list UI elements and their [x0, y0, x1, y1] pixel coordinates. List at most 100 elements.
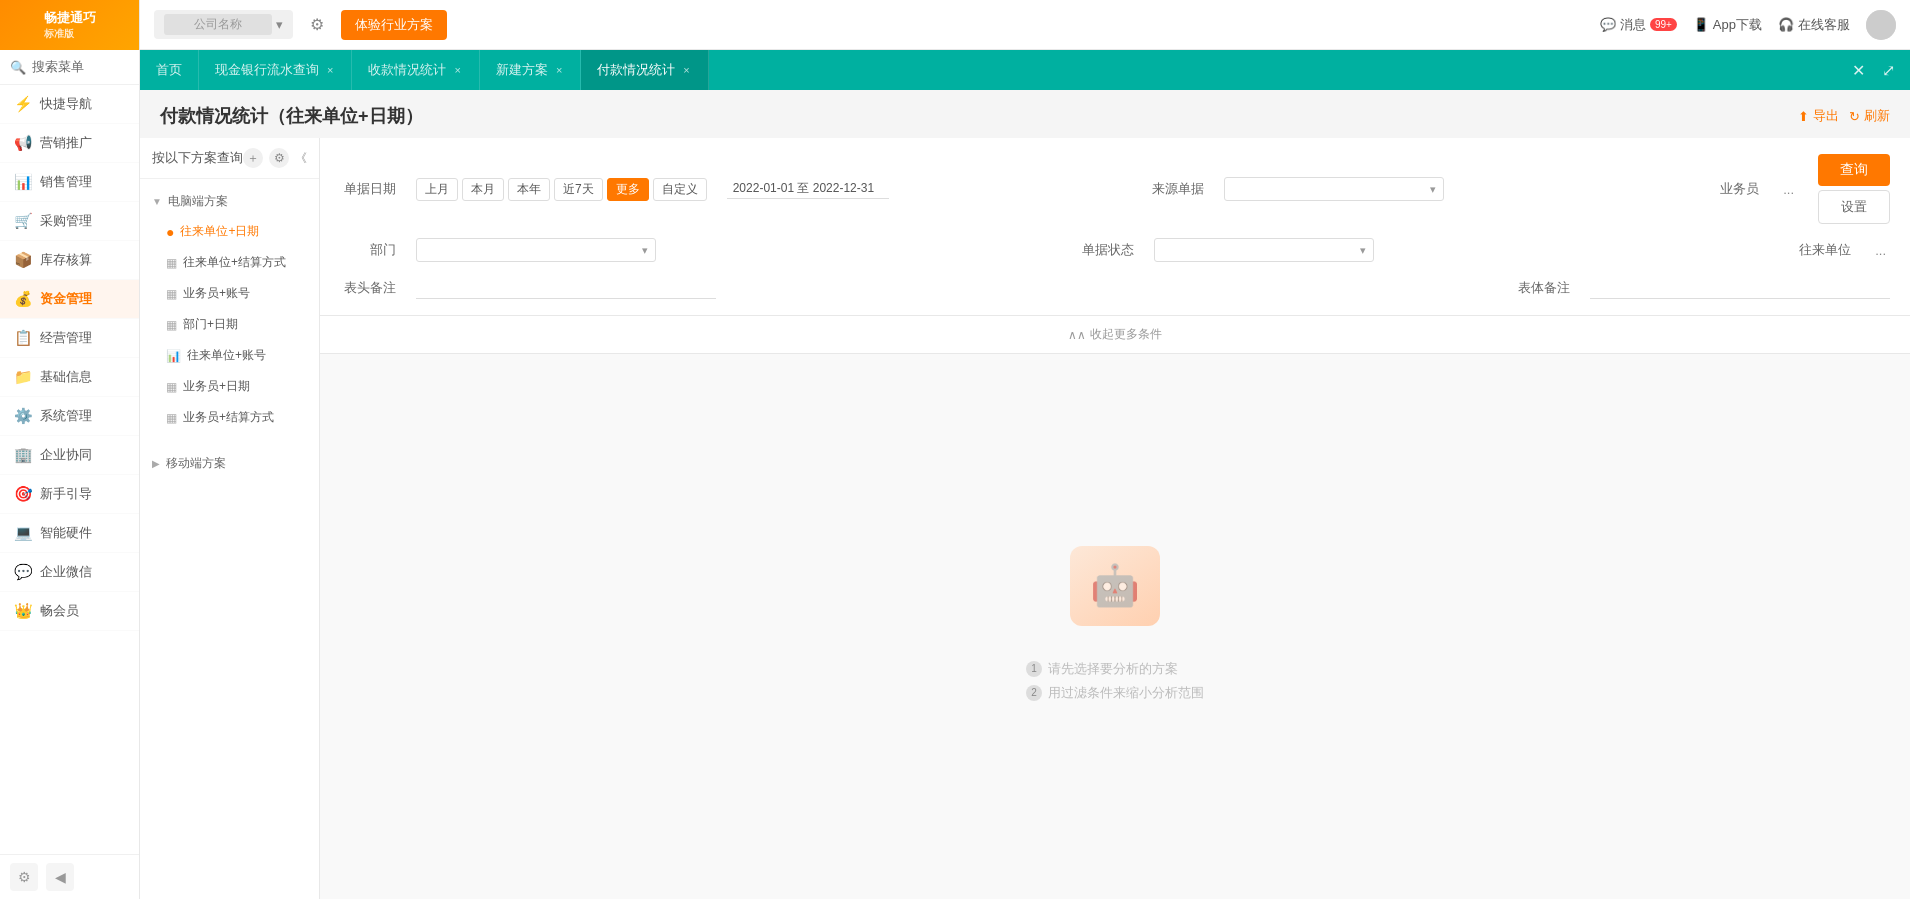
date-range-input[interactable] — [727, 180, 889, 199]
scheme-item-partner-date[interactable]: ● 往来单位+日期 — [140, 216, 319, 247]
tab-receipt-stats[interactable]: 收款情况统计 × — [352, 50, 479, 90]
sidebar-item-inventory[interactable]: 📦 库存核算 — [0, 241, 139, 280]
scheme-panel-title: 按以下方案查询 — [152, 149, 243, 167]
partner-filter-label: 往来单位 — [1795, 241, 1851, 259]
search-icon: 🔍 — [10, 60, 26, 75]
scheme-settings-btn[interactable]: ⚙ — [269, 148, 289, 168]
purchase-icon: 🛒 — [14, 212, 32, 230]
tab-home-label: 首页 — [156, 61, 182, 79]
notification-btn[interactable]: 💬 消息 99+ — [1600, 16, 1677, 34]
right-panel: 单据日期 上月 本月 本年 近7天 更多 自定义 来源单据 — [320, 138, 1910, 899]
date-btn-7days[interactable]: 近7天 — [554, 178, 603, 201]
scheme-section-desktop-header[interactable]: ▼ 电脑端方案 — [140, 187, 319, 216]
header-note-input[interactable] — [416, 276, 716, 299]
sidebar-item-finance[interactable]: 💰 资金管理 — [0, 280, 139, 319]
scheme-item-salesperson-date[interactable]: ▦ 业务员+日期 — [140, 371, 319, 402]
sidebar-item-system[interactable]: ⚙️ 系统管理 — [0, 397, 139, 436]
scheme-item-salesperson-settle[interactable]: ▦ 业务员+结算方式 — [140, 402, 319, 433]
sidebar-item-purchase[interactable]: 🛒 采购管理 — [0, 202, 139, 241]
scheme-collapse-btn[interactable]: 《 — [295, 150, 307, 167]
sidebar-item-label: 企业协同 — [40, 446, 92, 464]
date-btn-this-month[interactable]: 本月 — [462, 178, 504, 201]
source-doc-select[interactable] — [1224, 177, 1444, 201]
sidebar-item-label: 营销推广 — [40, 134, 92, 152]
sidebar-item-label: 基础信息 — [40, 368, 92, 386]
body-note-input[interactable] — [1590, 276, 1890, 299]
sidebar-item-label: 销售管理 — [40, 173, 92, 191]
sidebar-search-btn[interactable]: 🔍 搜索菜单 — [0, 50, 139, 85]
scheme-add-btn[interactable]: ＋ — [243, 148, 263, 168]
sidebar-item-corp[interactable]: 🏢 企业协同 — [0, 436, 139, 475]
trial-industry-btn[interactable]: 体验行业方案 — [341, 10, 447, 40]
tab-receipt-close[interactable]: × — [452, 64, 462, 76]
scheme-item-label: 往来单位+账号 — [187, 347, 266, 364]
robot-icon — [1070, 546, 1160, 626]
sidebar-item-quick-nav[interactable]: ⚡ 快捷导航 — [0, 85, 139, 124]
tab-payment-close[interactable]: × — [681, 64, 691, 76]
doc-status-select[interactable] — [1154, 238, 1374, 262]
step-2-text: 用过滤条件来缩小分析范围 — [1048, 684, 1204, 702]
date-filter-label: 单据日期 — [340, 180, 396, 198]
notification-icon: 💬 — [1600, 17, 1616, 32]
step-1-text: 请先选择要分析的方案 — [1048, 660, 1178, 678]
scheme-item-dept-date[interactable]: ▦ 部门+日期 — [140, 309, 319, 340]
tab-new-scheme-label: 新建方案 — [496, 61, 548, 79]
sidebar-nav: ⚡ 快捷导航 📢 营销推广 📊 销售管理 🛒 采购管理 📦 库存核算 💰 资金管… — [0, 85, 139, 631]
filter-row-2: 部门 单据状态 — [340, 238, 1890, 262]
date-btn-this-year[interactable]: 本年 — [508, 178, 550, 201]
user-avatar[interactable] — [1866, 10, 1896, 40]
settings-btn[interactable]: 设置 — [1818, 190, 1890, 224]
query-btn[interactable]: 查询 — [1818, 154, 1890, 186]
company-name: 公司名称 — [164, 14, 272, 35]
quick-nav-icon: ⚡ — [14, 95, 32, 113]
company-selector[interactable]: 公司名称 ▾ — [154, 10, 293, 39]
tab-home[interactable]: 首页 — [140, 50, 199, 90]
dept-select[interactable] — [416, 238, 656, 262]
sidebar-item-vip[interactable]: 👑 畅会员 — [0, 592, 139, 631]
sidebar-item-guide[interactable]: 🎯 新手引导 — [0, 475, 139, 514]
sidebar-item-hardware[interactable]: 💻 智能硬件 — [0, 514, 139, 553]
collapse-conditions-btn[interactable]: ∧∧ 收起更多条件 — [1068, 326, 1162, 343]
tab-new-scheme[interactable]: 新建方案 × — [480, 50, 581, 90]
empty-state: 1 请先选择要分析的方案 2 用过滤条件来缩小分析范围 — [1026, 546, 1204, 708]
sidebar-item-label: 畅会员 — [40, 602, 79, 620]
sidebar-item-operations[interactable]: 📋 经营管理 — [0, 319, 139, 358]
refresh-btn[interactable]: ↻ 刷新 — [1849, 107, 1890, 125]
settings-gear-btn[interactable]: ⚙ — [303, 11, 331, 39]
salesperson-filter-label: 业务员 — [1703, 180, 1759, 198]
scheme-item-salesperson-account[interactable]: ▦ 业务员+账号 — [140, 278, 319, 309]
app-download-btn[interactable]: 📱 App下载 — [1693, 16, 1762, 34]
sidebar-item-label: 资金管理 — [40, 290, 92, 308]
scheme-item-partner-settle[interactable]: ▦ 往来单位+结算方式 — [140, 247, 319, 278]
desktop-expand-arrow: ▼ — [152, 196, 162, 207]
empty-state-steps: 1 请先选择要分析的方案 2 用过滤条件来缩小分析范围 — [1026, 660, 1204, 708]
tab-new-scheme-close[interactable]: × — [554, 64, 564, 76]
sidebar-item-marketing[interactable]: 📢 营销推广 — [0, 124, 139, 163]
online-service-btn[interactable]: 🎧 在线客服 — [1778, 16, 1850, 34]
tab-bank-flow[interactable]: 现金银行流水查询 × — [199, 50, 352, 90]
scheme-section-mobile: ▶ 移动端方案 — [140, 441, 319, 486]
sidebar-collapse-btn[interactable]: ◀ — [46, 863, 74, 891]
tab-payment-stats[interactable]: 付款情况统计 × — [581, 50, 708, 90]
sidebar-item-wechat[interactable]: 💬 企业微信 — [0, 553, 139, 592]
desktop-scheme-items: ● 往来单位+日期 ▦ 往来单位+结算方式 ▦ 业务员+账号 ▦ — [140, 216, 319, 433]
tab-expand-btn[interactable]: ⤢ — [1876, 58, 1900, 82]
page-title: 付款情况统计（往来单位+日期） — [160, 104, 423, 128]
tab-close-all-btn[interactable]: ✕ — [1846, 58, 1870, 82]
empty-step-1: 1 请先选择要分析的方案 — [1026, 660, 1204, 678]
scheme-section-mobile-header[interactable]: ▶ 移动端方案 — [140, 449, 319, 478]
sidebar-settings-btn[interactable]: ⚙ — [10, 863, 38, 891]
sidebar-item-sales[interactable]: 📊 销售管理 — [0, 163, 139, 202]
scheme-item-icon: ▦ — [166, 287, 177, 301]
date-btn-more[interactable]: 更多 — [607, 178, 649, 201]
export-btn[interactable]: ⬆ 导出 — [1798, 107, 1839, 125]
tab-bank-flow-close[interactable]: × — [325, 64, 335, 76]
tab-receipt-stats-label: 收款情况统计 — [368, 61, 446, 79]
partner-ellipsis: ... — [1871, 243, 1890, 258]
corp-icon: 🏢 — [14, 446, 32, 464]
date-btn-last-month[interactable]: 上月 — [416, 178, 458, 201]
date-btn-custom[interactable]: 自定义 — [653, 178, 707, 201]
collapse-label: 收起更多条件 — [1090, 326, 1162, 343]
scheme-item-partner-account[interactable]: 📊 往来单位+账号 — [140, 340, 319, 371]
sidebar-item-basic[interactable]: 📁 基础信息 — [0, 358, 139, 397]
